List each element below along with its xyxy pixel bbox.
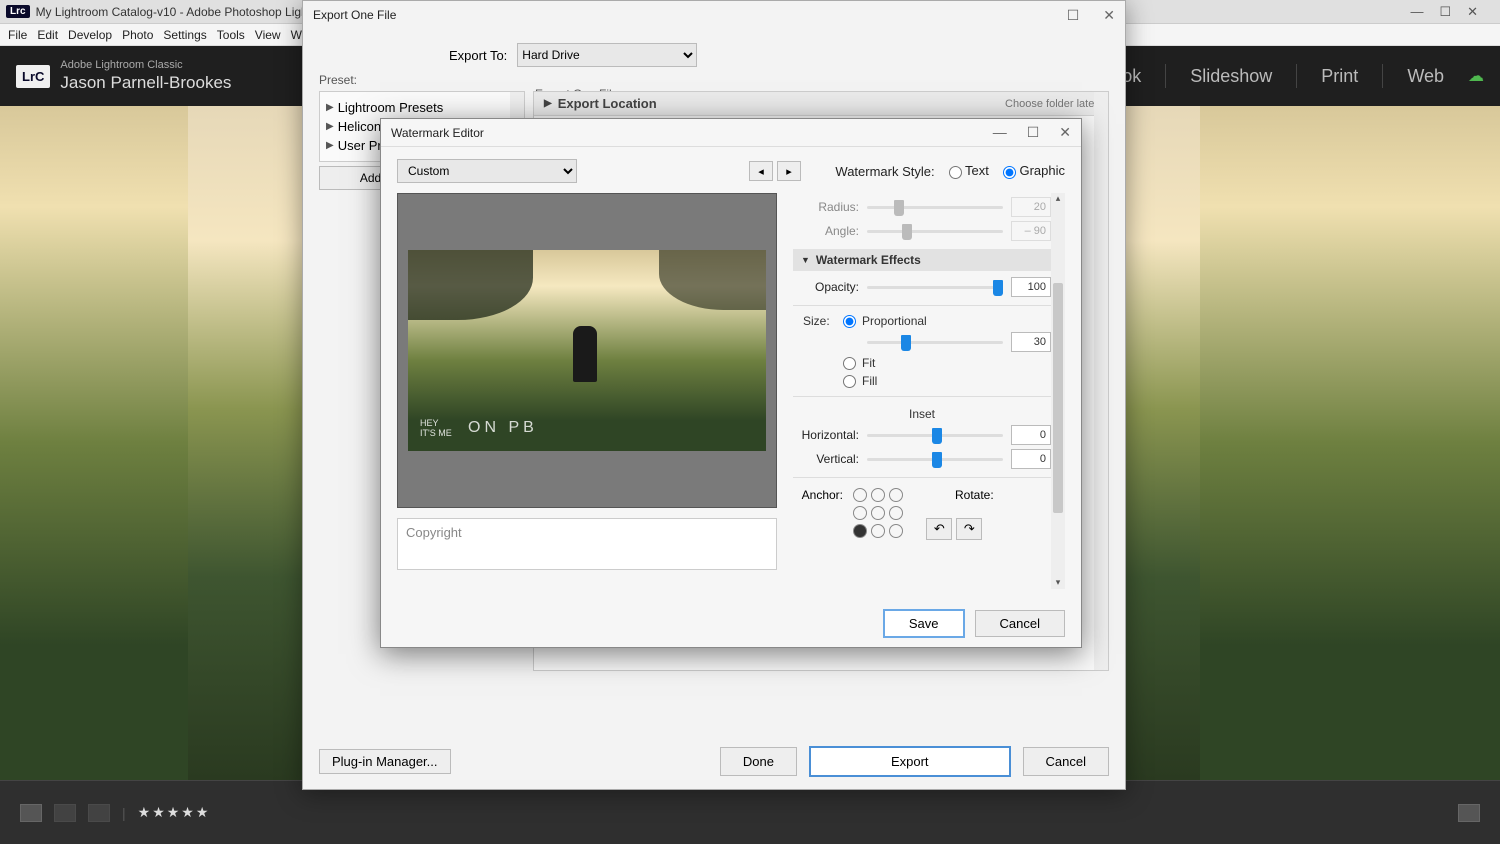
export-to-select[interactable]: Hard Drive (517, 43, 697, 67)
rating-stars[interactable]: ★★★★★ (138, 804, 211, 821)
radius-value: 20 (1011, 197, 1051, 217)
rotate-ccw-button[interactable]: ↶ (926, 518, 952, 540)
brand-line: Adobe Lightroom Classic (60, 59, 231, 72)
filmstrip-toggle-icon[interactable] (1458, 804, 1480, 822)
size-slider[interactable] (867, 333, 1003, 351)
vertical-label: Vertical: (793, 452, 859, 466)
horizontal-label: Horizontal: (793, 428, 859, 442)
wm-cancel-button[interactable]: Cancel (975, 610, 1065, 637)
export-button[interactable]: Export (809, 746, 1011, 777)
wm-next-button[interactable]: ▸ (777, 161, 801, 181)
opacity-value[interactable]: 100 (1011, 277, 1051, 297)
scroll-down-icon[interactable]: ▾ (1053, 577, 1063, 589)
vertical-value[interactable]: 0 (1011, 449, 1051, 469)
inset-label: Inset (793, 407, 1051, 421)
horizontal-value[interactable]: 0 (1011, 425, 1051, 445)
scroll-up-icon[interactable]: ▴ (1053, 193, 1063, 205)
wm-preview-image: HEYIT'S ME ON PB (408, 250, 766, 451)
wm-options-scrollbar[interactable]: ▴ ▾ (1051, 193, 1065, 589)
wm-copyright-input[interactable]: Copyright (397, 518, 777, 570)
size-fill-radio[interactable]: Fill (843, 374, 1051, 388)
preset-lightroom[interactable]: ▶Lightroom Presets (324, 98, 520, 117)
wm-graphic-small: HEYIT'S ME (420, 419, 452, 439)
vertical-slider[interactable] (867, 450, 1003, 468)
wm-maximize-icon[interactable]: ☐ (1027, 124, 1040, 141)
module-slideshow[interactable]: Slideshow (1190, 66, 1272, 87)
rotate-label: Rotate: (955, 488, 994, 502)
identity-name: Jason Parnell-Brookes (60, 73, 231, 93)
horizontal-slider[interactable] (867, 426, 1003, 444)
watermark-editor-dialog: Watermark Editor — ☐ ✕ Custom ◂ ▸ Waterm… (380, 118, 1082, 648)
angle-value: – 90 (1011, 221, 1051, 241)
menu-develop[interactable]: Develop (68, 28, 112, 42)
wm-style-graphic-radio[interactable]: Graphic (995, 163, 1065, 178)
radius-label: Radius: (793, 200, 859, 214)
app-minimize-icon[interactable]: — (1410, 4, 1423, 20)
anchor-grid[interactable] (853, 488, 905, 540)
opacity-slider[interactable] (867, 278, 1003, 296)
wm-preset-select[interactable]: Custom (397, 159, 577, 183)
menu-file[interactable]: File (8, 28, 27, 42)
size-proportional-radio[interactable]: Proportional (843, 314, 1051, 328)
wm-titlebar: Watermark Editor — ☐ ✕ (381, 119, 1081, 147)
photo-left-strip (0, 106, 188, 780)
photo-right-strip (1200, 106, 1500, 780)
angle-slider[interactable] (867, 222, 1003, 240)
wm-options-panel: Radius: 20 Angle: – 90 ▼Watermark Effect… (793, 193, 1065, 589)
export-close-icon[interactable]: ✕ (1103, 7, 1115, 24)
size-label: Size: (803, 314, 830, 328)
survey-button[interactable] (88, 804, 110, 822)
menu-settings[interactable]: Settings (163, 28, 206, 42)
cloud-sync-icon[interactable]: ☁ (1468, 66, 1484, 86)
divider (1296, 64, 1297, 88)
app-maximize-icon[interactable]: ☐ (1439, 4, 1451, 20)
menu-view[interactable]: View (255, 28, 281, 42)
wm-effects-header[interactable]: ▼Watermark Effects (793, 249, 1051, 271)
app-close-icon[interactable]: ✕ (1467, 4, 1478, 20)
size-value[interactable]: 30 (1011, 332, 1051, 352)
size-fit-radio[interactable]: Fit (843, 356, 1051, 370)
plugin-manager-button[interactable]: Plug-in Manager... (319, 749, 451, 774)
export-title: Export One File (313, 8, 396, 22)
export-maximize-icon[interactable]: ☐ (1067, 7, 1080, 24)
anchor-bottom-left[interactable] (853, 524, 867, 538)
radius-slider[interactable] (867, 198, 1003, 216)
wm-preview: HEYIT'S ME ON PB (397, 193, 777, 508)
menu-tools[interactable]: Tools (217, 28, 245, 42)
compare-button[interactable] (54, 804, 76, 822)
section-export-location[interactable]: ▶ Export Location Choose folder later (534, 92, 1108, 116)
app-title: My Lightroom Catalog-v10 - Adobe Photosh… (36, 5, 329, 19)
wm-graphic-large: ON PB (468, 419, 538, 437)
lrc-logo-icon: LrC (16, 65, 50, 88)
angle-label: Angle: (793, 224, 859, 238)
module-web[interactable]: Web (1407, 66, 1444, 87)
wm-style-label: Watermark Style: (835, 164, 934, 179)
preset-label: Preset: (319, 73, 1109, 87)
wm-style-text-radio[interactable]: Text (941, 163, 989, 178)
scroll-thumb[interactable] (1053, 283, 1063, 513)
done-button[interactable]: Done (720, 747, 797, 776)
settings-scrollbar[interactable] (1094, 92, 1108, 670)
wm-prev-button[interactable]: ◂ (749, 161, 773, 181)
menu-edit[interactable]: Edit (37, 28, 58, 42)
export-to-label: Export To: (449, 48, 507, 63)
rotate-cw-button[interactable]: ↷ (956, 518, 982, 540)
module-print[interactable]: Print (1321, 66, 1358, 87)
opacity-label: Opacity: (793, 280, 859, 294)
choose-folder-later: Choose folder later (1005, 98, 1098, 110)
export-titlebar: Export One File ☐ ✕ (303, 1, 1125, 29)
menu-photo[interactable]: Photo (122, 28, 153, 42)
anchor-label: Anchor: (793, 488, 843, 502)
divider (1165, 64, 1166, 88)
view-mode-button[interactable] (20, 804, 42, 822)
wm-close-icon[interactable]: ✕ (1059, 124, 1071, 141)
export-cancel-button[interactable]: Cancel (1023, 747, 1109, 776)
divider (1382, 64, 1383, 88)
wm-minimize-icon[interactable]: — (993, 124, 1007, 141)
wm-save-button[interactable]: Save (883, 609, 965, 638)
wm-title: Watermark Editor (391, 126, 484, 140)
app-badge: Lrc (6, 5, 30, 18)
